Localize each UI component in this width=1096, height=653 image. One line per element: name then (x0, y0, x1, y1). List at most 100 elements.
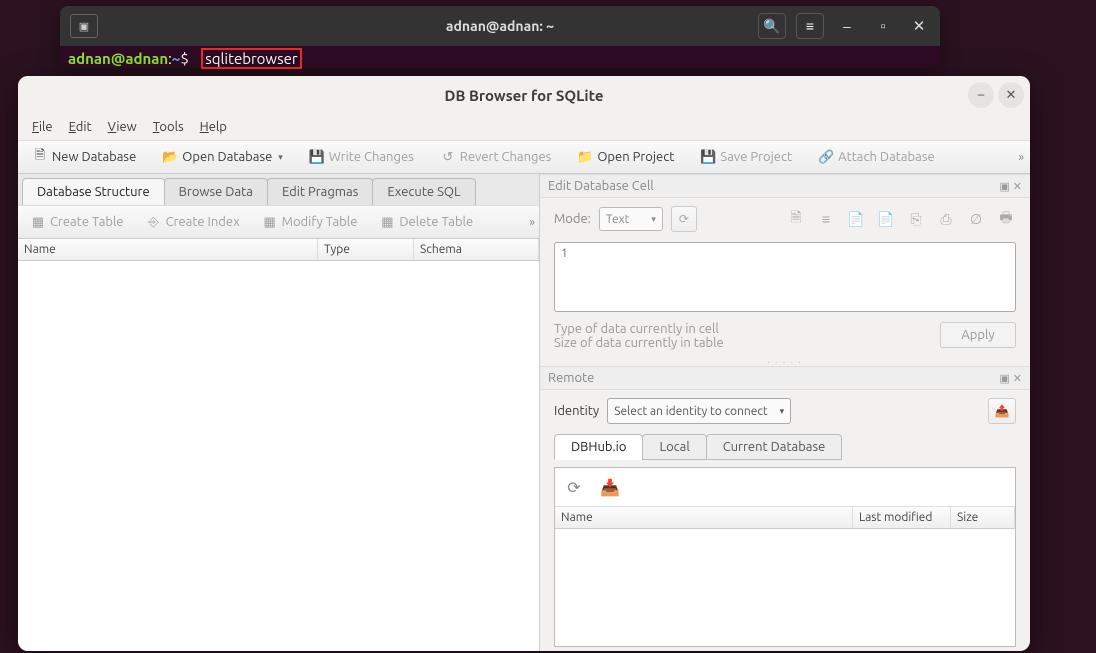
create-table-button: ▦Create Table (24, 211, 130, 233)
terminal-content[interactable]: adnan@adnan:~$ sqlitebrowser (60, 46, 940, 71)
detach-icon[interactable]: ▣ (999, 372, 1009, 385)
search-icon[interactable]: 🔍 (758, 13, 786, 39)
remote-list[interactable] (555, 529, 1015, 646)
close-button[interactable]: ✕ (998, 82, 1024, 108)
tab-database-structure[interactable]: Database Structure (22, 178, 165, 205)
push-icon[interactable]: 📤 (988, 398, 1016, 424)
open-project-button[interactable]: 📁Open Project (571, 146, 680, 168)
col-name[interactable]: Name (18, 239, 318, 260)
align-icon[interactable]: ≡ (816, 209, 836, 229)
cell-content-textarea[interactable]: 1 (554, 242, 1016, 312)
save-icon: 💾 (309, 149, 325, 165)
refresh-icon[interactable]: ⟳ (563, 476, 585, 498)
mode-label: Mode: (554, 212, 591, 226)
table-icon: ▦ (30, 214, 46, 230)
menu-help[interactable]: Help (194, 118, 233, 136)
col-last-modified[interactable]: Last modified (853, 507, 951, 528)
delete-table-button: ▦Delete Table (373, 211, 479, 233)
identity-label: Identity (554, 404, 599, 418)
attach-icon: 🔗 (818, 149, 834, 165)
prompt-user: adnan (68, 50, 111, 67)
tab-edit-pragmas[interactable]: Edit Pragmas (267, 178, 373, 205)
tab-local[interactable]: Local (642, 434, 706, 460)
attach-database-button: 🔗Attach Database (812, 146, 941, 168)
toolbar-overflow[interactable]: » (1018, 151, 1022, 164)
chevron-down-icon: ▾ (278, 152, 283, 163)
detach-icon[interactable]: ▣ (999, 180, 1009, 193)
workarea: Database Structure Browse Data Edit Prag… (18, 174, 1030, 651)
revert-changes-button: ↺Revert Changes (434, 146, 558, 168)
menu-file[interactable]: File (26, 118, 59, 136)
edit-cell-title: Edit Database Cell (548, 179, 654, 193)
mode-select[interactable]: Text▾ (599, 207, 663, 231)
remote-tab-body: ⟳ 📥 Name Last modified Size (554, 467, 1016, 647)
import-icon[interactable]: 📄 (876, 209, 896, 229)
left-pane: Database Structure Browse Data Edit Prag… (18, 174, 540, 651)
index-icon: ⎆ (146, 214, 162, 230)
close-panel-icon[interactable]: ✕ (1013, 372, 1022, 385)
terminal-command: sqlitebrowser (201, 48, 301, 69)
new-db-icon: 🗎 (32, 149, 48, 165)
new-database-button[interactable]: 🗎New Database (26, 146, 142, 168)
document-icon[interactable]: 🗎 (786, 209, 806, 229)
terminal-tab-icon[interactable]: ▣ (70, 14, 98, 38)
identity-select[interactable]: Select an identity to connect▾ (607, 398, 791, 424)
minimize-button[interactable]: – (834, 13, 860, 39)
delete-icon: ▦ (379, 214, 395, 230)
prompt-host: adnan (125, 50, 168, 67)
minimize-button[interactable]: – (968, 82, 994, 108)
cell-type-info: Type of data currently in cell (554, 322, 724, 336)
tab-dbhub[interactable]: DBHub.io (554, 434, 643, 460)
modify-icon: ▦ (262, 214, 278, 230)
col-type[interactable]: Type (318, 239, 414, 260)
terminal-titlebar: ▣ adnan@adnan: ~ 🔍 ≡ – ▫ ✕ (60, 6, 940, 46)
open-project-icon: 📁 (577, 149, 593, 165)
structure-tree[interactable] (18, 261, 539, 651)
db-titlebar: DB Browser for SQLite – ✕ (18, 76, 1030, 114)
col-name[interactable]: Name (555, 507, 853, 528)
print-icon[interactable]: 🖶 (996, 209, 1016, 229)
db-title: DB Browser for SQLite (445, 87, 604, 104)
edit-cell-panel: Mode: Text▾ ⟳ 🗎 ≡ 📄 📄 ⎘ ⎙ ∅ 🖶 1 (540, 198, 1030, 358)
create-index-button: ⎆Create Index (140, 211, 246, 233)
paste-icon[interactable]: ⎙ (936, 209, 956, 229)
maximize-button[interactable]: ▫ (870, 13, 896, 39)
remote-title: Remote (548, 371, 594, 385)
col-size[interactable]: Size (951, 507, 1015, 528)
main-tabs: Database Structure Browse Data Edit Prag… (18, 174, 539, 205)
menu-edit[interactable]: Edit (63, 118, 98, 136)
copy-icon[interactable]: ⎘ (906, 209, 926, 229)
menubar: File Edit View Tools Help (18, 114, 1030, 140)
clone-icon[interactable]: 📥 (599, 476, 621, 498)
menu-tools[interactable]: Tools (147, 118, 190, 136)
null-icon[interactable]: ∅ (966, 209, 986, 229)
close-button[interactable]: ✕ (906, 13, 932, 39)
tab-browse-data[interactable]: Browse Data (164, 178, 268, 205)
tab-execute-sql[interactable]: Execute SQL (372, 178, 475, 205)
revert-icon: ↺ (440, 149, 456, 165)
terminal-window: ▣ adnan@adnan: ~ 🔍 ≡ – ▫ ✕ adnan@adnan:~… (60, 6, 940, 68)
remote-panel: Identity Select an identity to connect▾ … (540, 390, 1030, 651)
tab-current-database[interactable]: Current Database (706, 434, 843, 460)
subtoolbar-overflow[interactable]: » (529, 216, 533, 229)
structure-columns: Name Type Schema (18, 239, 539, 261)
save-project-icon: 💾 (700, 149, 716, 165)
format-icon[interactable]: ⟳ (671, 206, 697, 232)
menu-view[interactable]: View (102, 118, 143, 136)
open-database-button[interactable]: 📂Open Database▾ (156, 146, 289, 168)
terminal-controls: 🔍 ≡ – ▫ ✕ (758, 13, 932, 39)
remote-header: Remote ▣ ✕ (540, 366, 1030, 390)
main-toolbar: 🗎New Database 📂Open Database▾ 💾Write Cha… (18, 140, 1030, 174)
apply-button: Apply (940, 322, 1016, 348)
remote-tabs: DBHub.io Local Current Database (554, 434, 1016, 460)
close-panel-icon[interactable]: ✕ (1013, 180, 1022, 193)
right-pane: Edit Database Cell ▣ ✕ Mode: Text▾ ⟳ 🗎 ≡ … (540, 174, 1030, 651)
cell-size-info: Size of data currently in table (554, 336, 724, 350)
structure-toolbar: ▦Create Table ⎆Create Index ▦Modify Tabl… (18, 205, 539, 239)
splitter[interactable]: · · · · · (540, 358, 1030, 366)
write-changes-button: 💾Write Changes (303, 146, 420, 168)
menu-icon[interactable]: ≡ (796, 13, 824, 39)
col-schema[interactable]: Schema (414, 239, 539, 260)
export-icon[interactable]: 📄 (846, 209, 866, 229)
save-project-button: 💾Save Project (694, 146, 798, 168)
